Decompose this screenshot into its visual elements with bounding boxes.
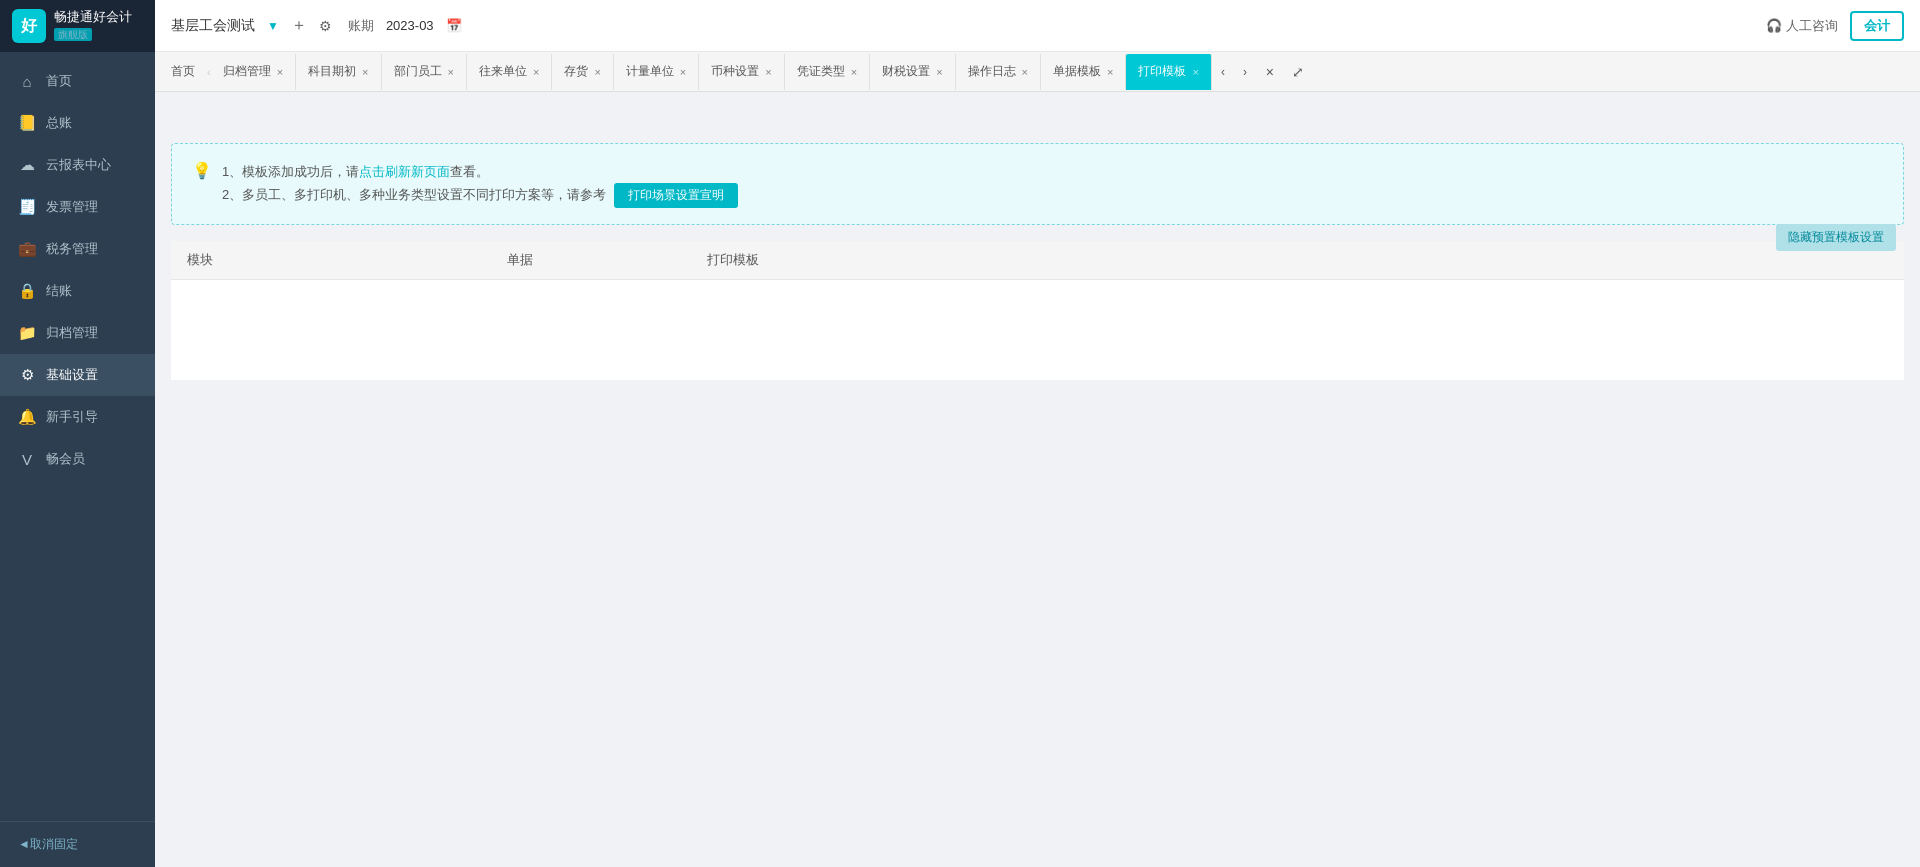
content-wrapper: 隐藏预置模板设置 💡 1、模板添加成功后，请点击刷新新页面查看。 2、多员工、多…: [171, 108, 1904, 380]
tab-close-icon[interactable]: ×: [594, 66, 600, 78]
sidebar-item-settings[interactable]: ⚙ 基础设置: [0, 354, 155, 396]
tab-close-all-button[interactable]: ×: [1256, 54, 1284, 90]
sidebar-item-archive[interactable]: 📁 归档管理: [0, 312, 155, 354]
tab-bizhong-shezhi[interactable]: 币种设置 ×: [699, 54, 784, 90]
logo-text: 畅捷通好会计 旗舰版: [54, 9, 132, 43]
tab-gudang-guanli[interactable]: 归档管理 ×: [211, 54, 296, 90]
ledger-icon: 📒: [18, 114, 36, 132]
tab-close-icon[interactable]: ×: [765, 66, 771, 78]
sidebar-item-label: 新手引导: [46, 408, 98, 426]
app-logo: 好 畅捷通好会计 旗舰版: [0, 0, 155, 52]
tab-prev-button[interactable]: ‹: [1212, 54, 1234, 90]
sidebar-item-invoice[interactable]: 🧾 发票管理: [0, 186, 155, 228]
main-area: 基层工会测试 ▼ ＋ ⚙ 账期 2023-03 📅 🎧 人工咨询 会计 首页 ‹…: [155, 0, 1920, 867]
close-book-icon: 🔒: [18, 282, 36, 300]
period-value: 2023-03: [386, 18, 434, 33]
settings-icon: ⚙: [18, 366, 36, 384]
content-area: 隐藏预置模板设置 💡 1、模板添加成功后，请点击刷新新页面查看。 2、多员工、多…: [155, 92, 1920, 867]
col-module-header: 模块: [171, 251, 491, 269]
tab-close-icon[interactable]: ×: [680, 66, 686, 78]
sidebar-item-label: 总账: [46, 114, 72, 132]
tax-icon: 💼: [18, 240, 36, 258]
refresh-link[interactable]: 点击刷新新页面: [359, 164, 450, 179]
kuaiji-button[interactable]: 会计: [1850, 11, 1904, 41]
archive-icon: 📁: [18, 324, 36, 342]
period-label: 账期: [348, 17, 374, 35]
add-tab-button[interactable]: ＋: [291, 15, 307, 36]
tab-pingzheng-leixing[interactable]: 凭证类型 ×: [785, 54, 870, 90]
sidebar-nav: ⌂ 首页 📒 总账 ☁ 云报表中心 🧾 发票管理 💼 税务管理 🔒 结账 📁 归…: [0, 52, 155, 821]
info-banner: 💡 1、模板添加成功后，请点击刷新新页面查看。 2、多员工、多打印机、多种业务类…: [171, 143, 1904, 225]
tab-next-button[interactable]: ›: [1234, 54, 1256, 90]
service-button[interactable]: 🎧 人工咨询: [1766, 17, 1838, 35]
tab-danju-moban[interactable]: 单据模板 ×: [1041, 54, 1126, 90]
table-body: [171, 280, 1904, 380]
tab-kemu-qichu[interactable]: 科目期初 ×: [296, 54, 381, 90]
tab-close-icon[interactable]: ×: [277, 66, 283, 78]
sidebar-item-report[interactable]: ☁ 云报表中心: [0, 144, 155, 186]
hide-preview-button[interactable]: 隐藏预置模板设置: [1776, 224, 1896, 251]
tab-jiliang-danwei[interactable]: 计量单位 ×: [614, 54, 699, 90]
invoice-icon: 🧾: [18, 198, 36, 216]
tab-bumen-yuangong[interactable]: 部门员工 ×: [382, 54, 467, 90]
lightbulb-icon: 💡: [192, 161, 212, 180]
tab-close-icon[interactable]: ×: [1022, 66, 1028, 78]
sidebar-item-label: 基础设置: [46, 366, 98, 384]
tab-close-icon[interactable]: ×: [936, 66, 942, 78]
tab-close-icon[interactable]: ×: [1192, 66, 1198, 78]
member-icon: V: [18, 451, 36, 468]
unpin-label: ◄取消固定: [18, 836, 78, 853]
tab-bar: 首页 ‹ 归档管理 × 科目期初 × 部门员工 × 往来单位 × 存货 × 计量…: [155, 52, 1920, 92]
col-template-header: 打印模板: [691, 251, 1904, 269]
tab-caishui-shezhi[interactable]: 财税设置 ×: [870, 54, 955, 90]
col-bill-header: 单据: [491, 251, 691, 269]
sidebar-item-label: 首页: [46, 72, 72, 90]
calendar-icon[interactable]: 📅: [446, 18, 462, 33]
sidebar-item-member[interactable]: V 畅会员: [0, 438, 155, 480]
sidebar-item-label: 结账: [46, 282, 72, 300]
service-label: 人工咨询: [1786, 17, 1838, 35]
logo-icon: 好: [12, 9, 46, 43]
home-icon: ⌂: [18, 73, 36, 90]
sidebar-item-label: 发票管理: [46, 198, 98, 216]
company-name: 基层工会测试: [171, 17, 255, 35]
sidebar-item-close[interactable]: 🔒 结账: [0, 270, 155, 312]
tab-wanglai-danwei[interactable]: 往来单位 ×: [467, 54, 552, 90]
tab-close-icon[interactable]: ×: [448, 66, 454, 78]
tab-cunchuo[interactable]: 存货 ×: [552, 54, 613, 90]
sidebar-item-label: 畅会员: [46, 450, 85, 468]
top-bar: 基层工会测试 ▼ ＋ ⚙ 账期 2023-03 📅 🎧 人工咨询 会计: [155, 0, 1920, 52]
sidebar-item-guide[interactable]: 🔔 新手引导: [0, 396, 155, 438]
sidebar: 好 畅捷通好会计 旗舰版 ⌂ 首页 📒 总账 ☁ 云报表中心 🧾 发票管理 💼 …: [0, 0, 155, 867]
tab-close-icon[interactable]: ×: [362, 66, 368, 78]
data-table: 模块 单据 打印模板: [171, 241, 1904, 380]
sidebar-unpin[interactable]: ◄取消固定: [0, 821, 155, 867]
cloud-icon: ☁: [18, 156, 36, 174]
sidebar-item-label: 税务管理: [46, 240, 98, 258]
sidebar-item-home[interactable]: ⌂ 首页: [0, 60, 155, 102]
headset-icon: 🎧: [1766, 18, 1782, 33]
info-content: 1、模板添加成功后，请点击刷新新页面查看。 2、多员工、多打印机、多种业务类型设…: [222, 160, 738, 208]
guide-icon: 🔔: [18, 408, 36, 426]
company-dropdown-icon[interactable]: ▼: [267, 19, 279, 33]
tab-close-icon[interactable]: ×: [851, 66, 857, 78]
sidebar-item-label: 云报表中心: [46, 156, 111, 174]
settings-gear-icon[interactable]: ⚙: [319, 18, 332, 34]
sidebar-item-label: 归档管理: [46, 324, 98, 342]
tab-dayin-moban[interactable]: 打印模板 ×: [1126, 54, 1211, 90]
tab-home[interactable]: 首页: [159, 54, 207, 90]
tab-close-icon[interactable]: ×: [533, 66, 539, 78]
tab-close-icon[interactable]: ×: [1107, 66, 1113, 78]
sidebar-item-ledger[interactable]: 📒 总账: [0, 102, 155, 144]
tab-expand-button[interactable]: ⤢: [1284, 54, 1312, 90]
tab-caozuo-rizhi[interactable]: 操作日志 ×: [956, 54, 1041, 90]
table-header: 模块 单据 打印模板: [171, 241, 1904, 280]
sidebar-item-tax[interactable]: 💼 税务管理: [0, 228, 155, 270]
print-scene-button[interactable]: 打印场景设置宣明: [614, 183, 738, 208]
info-line2: 2、多员工、多打印机、多种业务类型设置不同打印方案等，请参考 打印场景设置宣明: [222, 183, 738, 208]
info-line1: 1、模板添加成功后，请点击刷新新页面查看。: [222, 160, 738, 183]
